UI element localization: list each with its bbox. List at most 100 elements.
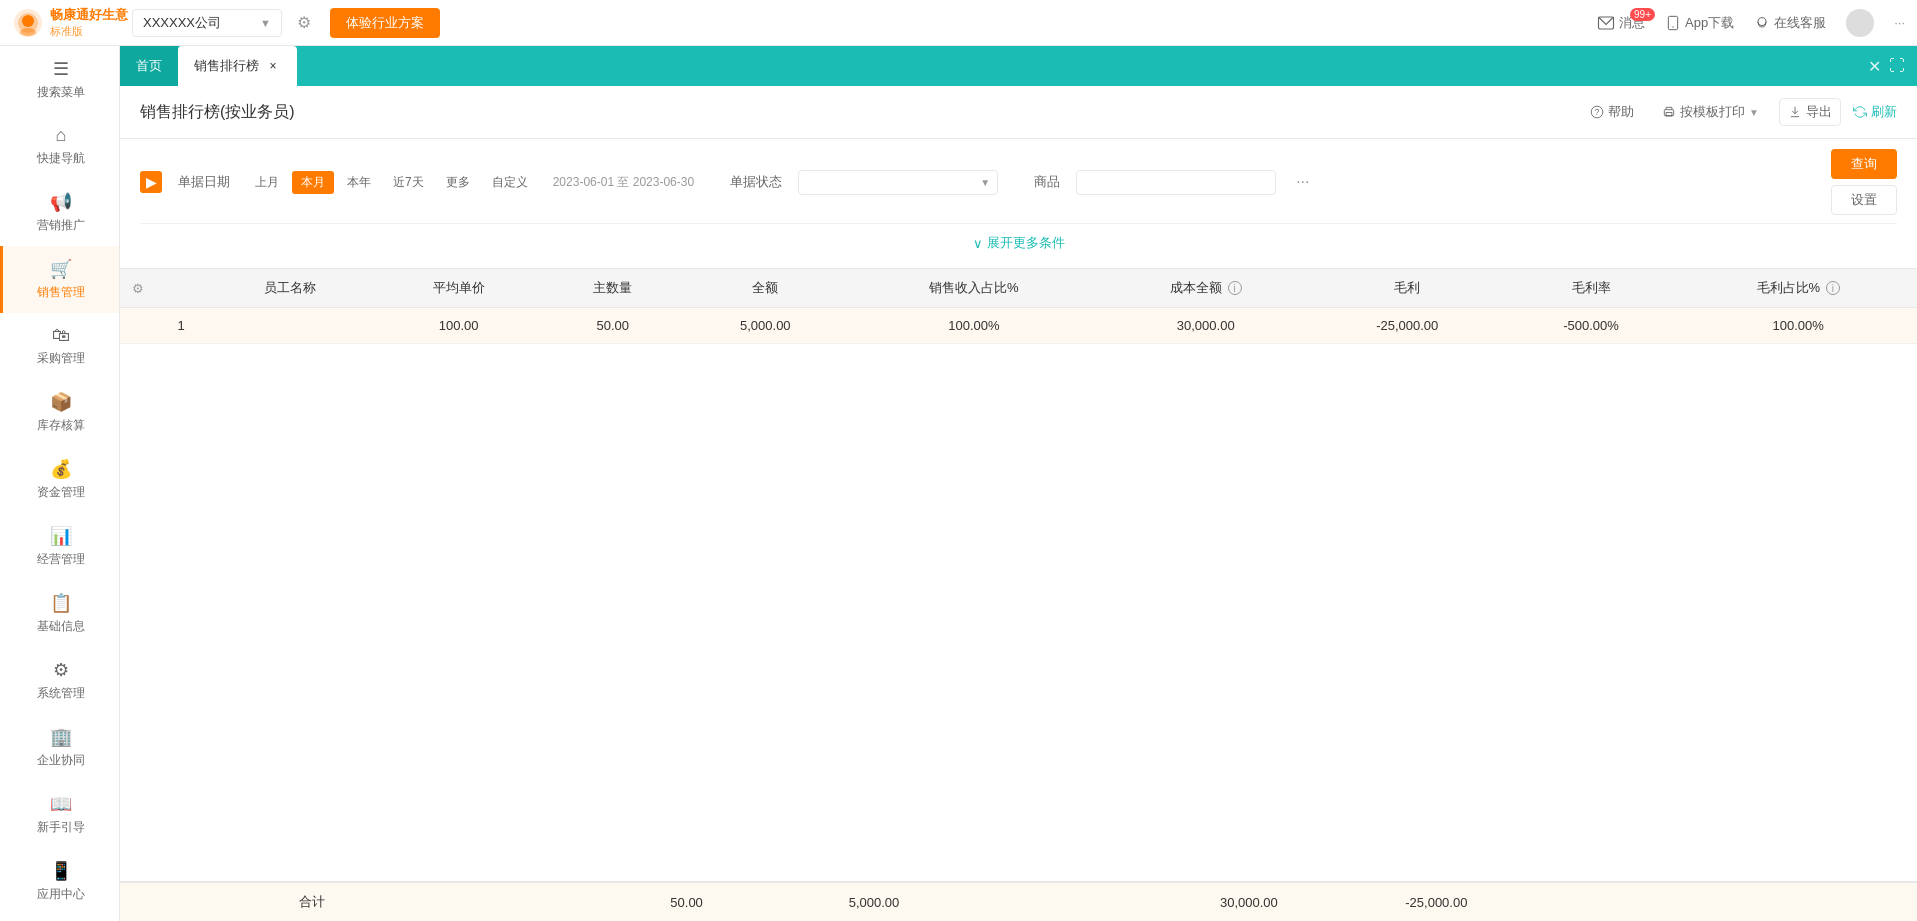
avatar [1846, 9, 1874, 37]
sidebar-item-purchase[interactable]: 🛍 采购管理 [0, 313, 119, 379]
sidebar-item-sales[interactable]: 🛒 销售管理 [0, 246, 119, 313]
sidebar-item-search[interactable]: ☰ 搜索菜单 [0, 46, 119, 113]
company-selector[interactable]: XXXXXX公司 ▼ [132, 9, 282, 37]
date-btn-thisyear[interactable]: 本年 [338, 171, 380, 194]
more-dots[interactable]: ··· [1296, 173, 1309, 191]
goods-input[interactable] [1076, 170, 1276, 195]
marketing-icon: 📢 [50, 191, 72, 213]
help-btn[interactable]: ? 帮助 [1582, 99, 1642, 125]
app-icon [1665, 15, 1681, 31]
filter-expand-toggle[interactable]: ▶ [140, 171, 162, 193]
trial-btn[interactable]: 体验行业方案 [330, 8, 440, 38]
col-gross-pct: 毛利占比% i [1679, 269, 1917, 308]
logo-icon [12, 7, 44, 39]
page-actions: ? 帮助 按模板打印 ▼ 导出 刷新 [1582, 98, 1897, 126]
guide-icon: 📖 [50, 793, 72, 815]
online-service-btn[interactable]: 在线客服 [1754, 14, 1826, 32]
col-settings[interactable]: ⚙ [120, 269, 156, 308]
sidebar-item-appcenter[interactable]: 📱 应用中心 [0, 848, 119, 915]
filter-bar: ▶ 单据日期 上月 本月 本年 近7天 更多 自定义 2023-06-01 至 … [120, 139, 1917, 269]
col-avg-price: 平均单价 [374, 269, 542, 308]
page-title: 销售排行榜(按业务员) [140, 102, 295, 123]
footer-label: 合计 [218, 893, 405, 911]
table-body: 1 100.00 50.00 [120, 308, 1917, 344]
headset-icon [1754, 15, 1770, 31]
row-sales-pct-cell: 100.00% [848, 308, 1100, 344]
table-header-row: ⚙ 员工名称 平均单价 主数量 [120, 269, 1917, 308]
sales-icon: 🛒 [50, 258, 72, 280]
print-icon [1662, 105, 1676, 119]
expand-icon: ∨ [973, 236, 983, 251]
row-avg-price-cell: 100.00 [374, 308, 542, 344]
system-icon: ⚙ [53, 659, 69, 681]
row-rank-cell: 1 [156, 308, 206, 344]
tab-close-window-btn[interactable]: ✕ [1868, 57, 1881, 76]
app-dl-label: App下载 [1685, 14, 1734, 32]
template-print-dropdown[interactable]: ▼ [1749, 107, 1759, 118]
sidebar-item-baseinfo-label: 基础信息 [37, 618, 85, 635]
sidebar-item-quicknav[interactable]: ⌂ 快捷导航 [0, 113, 119, 179]
svg-rect-5 [1668, 16, 1677, 29]
sidebar-item-guide[interactable]: 📖 新手引导 [0, 781, 119, 848]
sidebar-item-baseinfo[interactable]: 📋 基础信息 [0, 580, 119, 647]
sidebar-item-marketing-label: 营销推广 [37, 217, 85, 234]
sidebar-item-inventory[interactable]: 📦 库存核算 [0, 379, 119, 446]
tab-bar-right: ✕ ⛶ [1868, 46, 1917, 86]
col-cost: 成本全额 i [1100, 269, 1312, 308]
sidebar-item-system[interactable]: ⚙ 系统管理 [0, 647, 119, 714]
refresh-btn[interactable]: 刷新 [1853, 103, 1897, 121]
tab-sales-ranking-label: 销售排行榜 [194, 57, 259, 75]
col-rank [156, 269, 206, 308]
tab-maximize-btn[interactable]: ⛶ [1889, 57, 1905, 75]
row-gross-cell: -25,000.00 [1312, 308, 1503, 344]
tab-home[interactable]: 首页 [120, 46, 178, 86]
filter-toggle-icon[interactable]: ▶ [140, 171, 162, 193]
appcenter-icon: 📱 [50, 860, 72, 882]
table-wrapper: ⚙ 员工名称 平均单价 主数量 [120, 269, 1917, 881]
sidebar-item-operations[interactable]: 📊 经营管理 [0, 513, 119, 580]
template-print-btn[interactable]: 按模板打印 ▼ [1654, 99, 1767, 125]
date-btn-more[interactable]: 更多 [437, 171, 479, 194]
data-table: ⚙ 员工名称 平均单价 主数量 [120, 269, 1917, 344]
query-btn[interactable]: 查询 [1831, 149, 1897, 179]
sidebar-item-quicknav-label: 快捷导航 [37, 150, 85, 167]
status-select-wrapper [798, 170, 998, 195]
refresh-label: 刷新 [1871, 103, 1897, 121]
row-cost-cell: 30,000.00 [1100, 308, 1312, 344]
sidebar-item-marketing[interactable]: 📢 营销推广 [0, 179, 119, 246]
baseinfo-icon: 📋 [50, 592, 72, 614]
date-btn-thismonth[interactable]: 本月 [292, 171, 334, 194]
tab-close-btn[interactable]: × [265, 58, 281, 74]
col-gross: 毛利 [1312, 269, 1503, 308]
template-print-label: 按模板打印 [1680, 103, 1745, 121]
date-btn-7days[interactable]: 近7天 [384, 171, 433, 194]
footer-cost: 30,000.00 [1155, 895, 1342, 910]
expand-more-btn[interactable]: ∨ 展开更多条件 [965, 230, 1073, 256]
footer-main-qty: 50.00 [593, 895, 780, 910]
sidebar-item-finance[interactable]: 💰 资金管理 [0, 446, 119, 513]
page-header: 销售排行榜(按业务员) ? 帮助 按模板打印 ▼ 导出 [120, 86, 1917, 139]
sidebar-item-enterprise[interactable]: 🏢 企业协同 [0, 714, 119, 781]
tab-sales-ranking[interactable]: 销售排行榜 × [178, 46, 297, 86]
date-btn-lastmonth[interactable]: 上月 [246, 171, 288, 194]
filter-settings-btn[interactable]: 设置 [1831, 185, 1897, 215]
status-select[interactable] [798, 170, 998, 195]
cost-info-icon[interactable]: i [1228, 281, 1242, 295]
message-btn[interactable]: 消息 99+ [1597, 14, 1645, 32]
footer-gross: -25,000.00 [1343, 895, 1530, 910]
header-settings-btn[interactable]: ⚙ [290, 9, 318, 37]
grosspct-info-icon[interactable]: i [1826, 281, 1840, 295]
col-gross-rate: 毛利率 [1503, 269, 1680, 308]
date-input: 2023-06-01 至 2023-06-30 [553, 174, 694, 191]
sidebar-item-wechat[interactable]: 💬 企业微信 [0, 915, 119, 921]
filter-row-1: ▶ 单据日期 上月 本月 本年 近7天 更多 自定义 2023-06-01 至 … [140, 149, 1897, 215]
row-gross-rate-cell: -500.00% [1503, 308, 1680, 344]
date-btn-custom[interactable]: 自定义 [483, 171, 537, 194]
action-btns-right: 查询 设置 [1831, 149, 1897, 215]
tab-bar: 首页 销售排行榜 × ✕ ⛶ [120, 46, 1917, 86]
app-download-btn[interactable]: App下载 [1665, 14, 1734, 32]
svg-point-6 [1672, 26, 1673, 27]
svg-point-2 [22, 15, 34, 27]
svg-text:?: ? [1595, 108, 1600, 117]
export-btn[interactable]: 导出 [1779, 98, 1841, 126]
